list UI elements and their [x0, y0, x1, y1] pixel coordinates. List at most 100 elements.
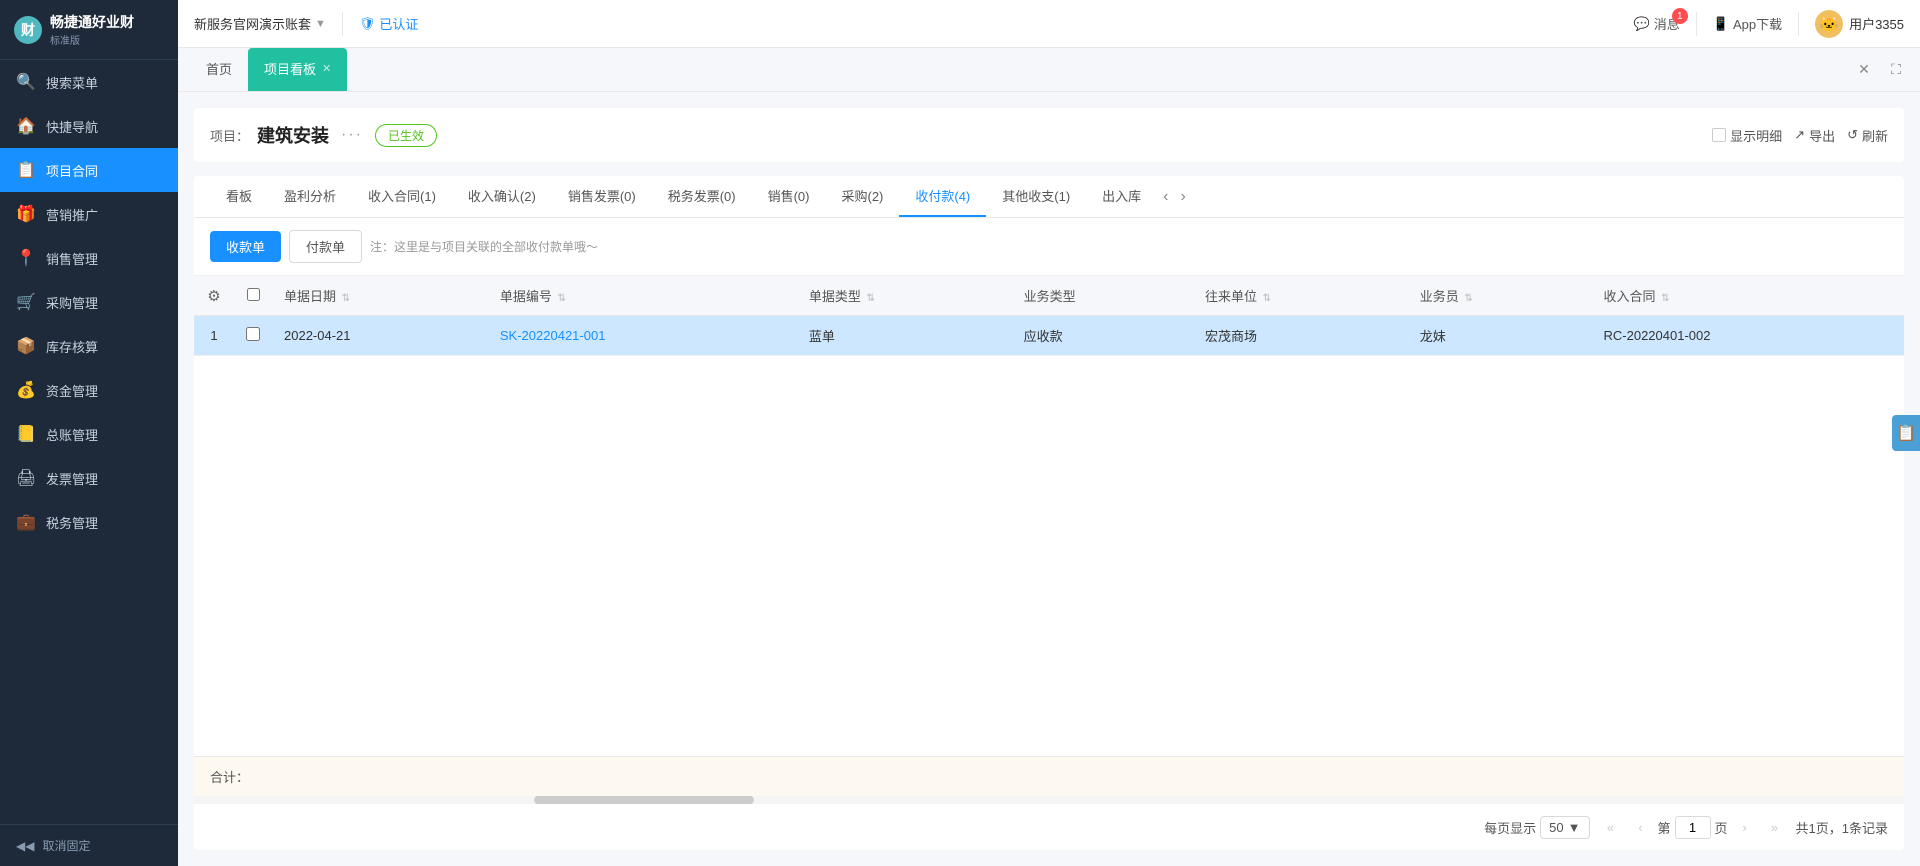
sidebar-item-3[interactable]: 🎁 营销推广 — [0, 192, 178, 236]
sidebar-icon-0: 🔍 — [16, 72, 36, 92]
sub-tab-3[interactable]: 收入确认(2) — [452, 176, 552, 217]
tabbar-spacer — [347, 48, 1852, 91]
page-first-button[interactable]: « — [1598, 814, 1624, 840]
sub-tab-10[interactable]: 出入库 — [1086, 176, 1157, 217]
sidebar-item-10[interactable]: 💼 税务管理 — [0, 500, 178, 544]
page-nav: « ‹ 第 页 › » — [1598, 814, 1788, 840]
refresh-icon: ↺ — [1847, 127, 1858, 143]
topbar-message[interactable]: 💬 消息 1 — [1634, 14, 1680, 33]
project-more-icon[interactable]: ··· — [341, 126, 363, 144]
topbar-user[interactable]: 🐱 用户3355 — [1815, 10, 1904, 38]
select-all-checkbox[interactable] — [247, 288, 260, 301]
side-panel-button[interactable]: 📋 — [1892, 415, 1920, 451]
user-label: 用户3355 — [1849, 14, 1904, 33]
tab-project-board-label: 项目看板 — [264, 59, 316, 78]
sort-type-icon[interactable]: ⇅ — [867, 293, 875, 304]
sub-tab-9[interactable]: 其他收支(1) — [986, 176, 1086, 217]
sidebar-item-9[interactable]: 🖨 发票管理 — [0, 456, 178, 500]
horizontal-scrollbar[interactable] — [194, 796, 1904, 804]
receipt-button[interactable]: 收款单 — [210, 231, 281, 262]
row-checkbox-0[interactable] — [246, 327, 260, 341]
sub-tabs: 看板盈利分析收入合同(1)收入确认(2)销售发票(0)税务发票(0)销售(0)采… — [194, 176, 1904, 218]
sub-tab-0[interactable]: 看板 — [210, 176, 268, 217]
sub-tab-6[interactable]: 销售(0) — [752, 176, 826, 217]
maximize-window-button[interactable]: ⛶ — [1884, 58, 1908, 82]
topbar-app-download[interactable]: 📱 App下载 — [1713, 14, 1782, 33]
phone-icon: 📱 — [1713, 16, 1729, 32]
sub-tab-8[interactable]: 收付款(4) — [899, 176, 986, 217]
app-edition: 标准版 — [50, 32, 134, 47]
sidebar-item-8[interactable]: 📒 总账管理 — [0, 412, 178, 456]
sidebar-item-4[interactable]: 📍 销售管理 — [0, 236, 178, 280]
td-rownum-0: 1 — [194, 316, 234, 356]
td-check-0[interactable] — [234, 316, 272, 356]
page-prev-button[interactable]: ‹ — [1628, 814, 1654, 840]
page-last-button[interactable]: » — [1762, 814, 1788, 840]
sort-number-icon[interactable]: ⇅ — [558, 293, 566, 304]
sidebar-item-5[interactable]: 🛒 采购管理 — [0, 280, 178, 324]
per-page-dropdown[interactable]: 50 ▼ — [1540, 816, 1589, 839]
settings-icon[interactable]: ⚙ — [207, 288, 220, 305]
message-badge: 1 — [1672, 8, 1688, 24]
unpin-icon: ◀◀ — [16, 839, 34, 853]
sort-partner-icon[interactable]: ⇅ — [1263, 293, 1271, 304]
tab-close-icon[interactable]: ✕ — [322, 62, 331, 75]
topbar-divider-3 — [1798, 12, 1799, 36]
tabbar: 首页 项目看板 ✕ ✕ ⛶ — [178, 48, 1920, 92]
export-action[interactable]: ↗ 导出 — [1794, 126, 1835, 145]
show-detail-checkbox[interactable] — [1712, 128, 1726, 142]
sidebar: 财 畅捷通好业财 标准版 🔍 搜索菜单🏠 快捷导航📋 项目合同🎁 营销推广📍 销… — [0, 0, 178, 866]
sidebar-icon-8: 📒 — [16, 424, 36, 444]
user-avatar: 🐱 — [1815, 10, 1843, 38]
tab-project-board[interactable]: 项目看板 ✕ — [248, 48, 347, 91]
close-window-button[interactable]: ✕ — [1852, 58, 1876, 82]
sub-tab-1[interactable]: 盈利分析 — [268, 176, 352, 217]
show-detail-label: 显示明细 — [1730, 126, 1782, 145]
sidebar-item-0[interactable]: 🔍 搜索菜单 — [0, 60, 178, 104]
sidebar-label-8: 总账管理 — [46, 425, 98, 444]
topbar-divider-2 — [1696, 12, 1697, 36]
sub-tabs-next-arrow[interactable]: › — [1175, 188, 1192, 206]
project-header: 项目： 建筑安装 ··· 已生效 显示明细 ↗ 导出 ↺ 刷新 — [194, 108, 1904, 162]
per-page-value: 50 — [1549, 820, 1563, 835]
td-date-0: 2022-04-21 — [272, 316, 488, 356]
th-settings[interactable]: ⚙ — [194, 276, 234, 316]
sidebar-icon-7: 💰 — [16, 380, 36, 400]
sub-tab-2[interactable]: 收入合同(1) — [352, 176, 452, 217]
payment-button[interactable]: 付款单 — [289, 230, 362, 263]
sub-tab-5[interactable]: 税务发票(0) — [652, 176, 752, 217]
page-next-button[interactable]: › — [1732, 814, 1758, 840]
page-number-input[interactable] — [1675, 816, 1711, 839]
sidebar-item-2[interactable]: 📋 项目合同 — [0, 148, 178, 192]
sort-date-icon[interactable]: ⇅ — [342, 293, 350, 304]
tab-home[interactable]: 首页 — [190, 48, 248, 91]
th-contract: 收入合同 ⇅ — [1592, 276, 1905, 316]
sub-tabs-prev-arrow[interactable]: ‹ — [1157, 188, 1174, 206]
sub-tab-4[interactable]: 销售发票(0) — [552, 176, 652, 217]
th-date: 单据日期 ⇅ — [272, 276, 488, 316]
page-content: 项目： 建筑安装 ··· 已生效 显示明细 ↗ 导出 ↺ 刷新 — [178, 92, 1920, 866]
sort-contract-icon[interactable]: ⇅ — [1661, 293, 1669, 304]
refresh-action[interactable]: ↺ 刷新 — [1847, 126, 1888, 145]
table-row[interactable]: 1 2022-04-21 SK-20220421-001 蓝单 应收款 宏茂商场… — [194, 316, 1904, 356]
project-actions: 显示明细 ↗ 导出 ↺ 刷新 — [1712, 126, 1888, 145]
sidebar-item-7[interactable]: 💰 资金管理 — [0, 368, 178, 412]
sub-tab-7[interactable]: 采购(2) — [825, 176, 899, 217]
show-detail-action[interactable]: 显示明细 — [1712, 126, 1782, 145]
per-page-label: 每页显示 — [1484, 818, 1536, 837]
sidebar-label-2: 项目合同 — [46, 161, 98, 180]
td-number-link-0[interactable]: SK-20220421-001 — [500, 328, 606, 343]
sidebar-icon-1: 🏠 — [16, 116, 36, 136]
certified-label: 已认证 — [379, 14, 418, 33]
tabbar-window-buttons: ✕ ⛶ — [1852, 48, 1908, 91]
sidebar-item-6[interactable]: 📦 库存核算 — [0, 324, 178, 368]
export-icon: ↗ — [1794, 127, 1805, 143]
scrollbar-thumb[interactable] — [534, 796, 754, 804]
topbar-divider-1 — [342, 12, 343, 36]
sidebar-footer-unpin[interactable]: ◀◀ 取消固定 — [0, 824, 178, 866]
td-number-0[interactable]: SK-20220421-001 — [488, 316, 797, 356]
sidebar-item-1[interactable]: 🏠 快捷导航 — [0, 104, 178, 148]
project-dropdown-icon[interactable]: ▼ — [315, 18, 326, 30]
topbar-project[interactable]: 新服务官网演示账套 ▼ — [194, 14, 326, 33]
sort-salesperson-icon[interactable]: ⇅ — [1464, 293, 1472, 304]
